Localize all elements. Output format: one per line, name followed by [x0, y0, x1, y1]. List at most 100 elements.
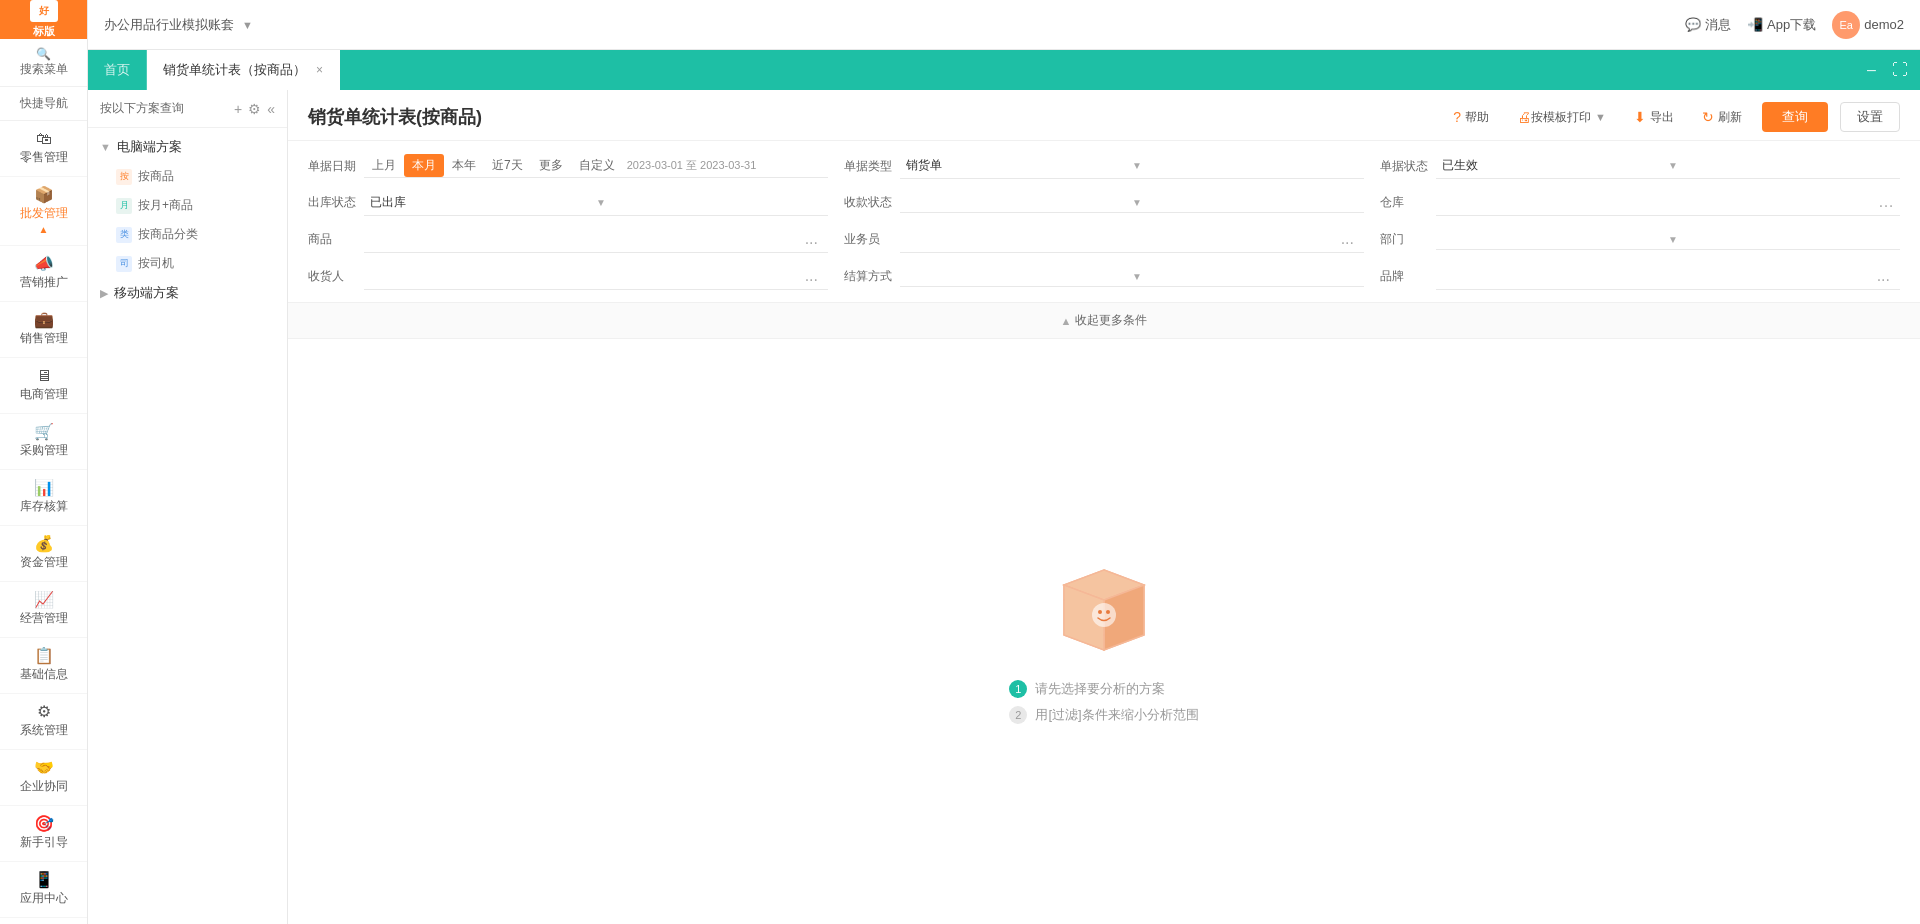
- warehouse-dots[interactable]: …: [1878, 193, 1894, 211]
- date-range-display: 2023-03-01 至 2023-03-31: [623, 158, 761, 173]
- doc-type-field: 单据类型 销货单 ▼: [844, 153, 1364, 179]
- settings-scheme-btn[interactable]: ⚙: [248, 101, 261, 117]
- sidebar-item-guide[interactable]: 🎯 新手引导: [0, 806, 87, 862]
- tree-parent-pc[interactable]: ▼ 电脑端方案: [88, 132, 287, 162]
- date-btn-more[interactable]: 更多: [531, 154, 571, 177]
- search-icon: 🔍: [4, 47, 83, 61]
- date-btn-custom[interactable]: 自定义: [571, 154, 623, 177]
- sidebar-item-system[interactable]: ⚙ 系统管理: [0, 694, 87, 750]
- payment-select[interactable]: ▼: [900, 267, 1364, 287]
- logo-label: 标版: [33, 24, 55, 39]
- user-area[interactable]: Ea demo2: [1832, 11, 1904, 39]
- tab-close-icon[interactable]: ×: [316, 63, 323, 77]
- warehouse-label: 仓库: [1380, 194, 1428, 211]
- sidebar-item-sales[interactable]: 💼 销售管理: [0, 302, 87, 358]
- print-dropdown-icon[interactable]: ▼: [1595, 111, 1606, 123]
- refresh-btn[interactable]: ↻ 刷新: [1694, 105, 1750, 130]
- date-filter-label: 单据日期: [308, 158, 356, 175]
- goods-dots[interactable]: ...: [801, 230, 822, 248]
- out-status-select[interactable]: 已出库 ▼: [364, 190, 828, 216]
- tab-shrink-icon[interactable]: –: [1863, 57, 1880, 83]
- sidebar-item-operation[interactable]: 📈 经营管理: [0, 582, 87, 638]
- refresh-icon: ↻: [1702, 109, 1714, 125]
- recipient-input-area[interactable]: ...: [364, 263, 828, 290]
- tab-home[interactable]: 首页: [88, 50, 147, 90]
- tab-expand-icon[interactable]: ⛶: [1888, 57, 1912, 83]
- quick-nav-btn[interactable]: 快捷导航: [0, 87, 87, 121]
- by-month-goods-label: 按月+商品: [138, 197, 193, 214]
- search-menu-btn[interactable]: 🔍 搜索菜单: [0, 39, 87, 87]
- brand-input-area[interactable]: ...: [1436, 263, 1900, 290]
- sidebar-item-wechat[interactable]: 💬 企业微信: [0, 918, 87, 924]
- goods-input-area[interactable]: ...: [364, 226, 828, 253]
- right-panel: 销货单统计表(按商品) ? 帮助 🖨 按模板打印 ▼ ⬇ 导出: [288, 90, 1920, 924]
- date-btn-this-month[interactable]: 本月: [404, 154, 444, 177]
- by-goods-label: 按商品: [138, 168, 174, 185]
- department-select[interactable]: ▼: [1436, 230, 1900, 250]
- tree-section: ▼ 电脑端方案 按 按商品 月 按月+商品 类 按商品分类 司: [88, 128, 287, 312]
- payment-field: 结算方式 ▼: [844, 267, 1364, 287]
- export-icon: ⬇: [1634, 109, 1646, 125]
- doc-type-value: 销货单: [906, 157, 1132, 174]
- sidebar-item-inventory[interactable]: 📊 库存核算: [0, 470, 87, 526]
- tip-text-1: 请先选择要分析的方案: [1035, 680, 1165, 698]
- goods-field: 商品 ...: [308, 226, 828, 253]
- doc-type-select[interactable]: 销货单 ▼: [900, 153, 1364, 179]
- doc-status-label: 单据状态: [1380, 158, 1428, 175]
- receipt-status-select[interactable]: ▼: [900, 193, 1364, 213]
- guide-icon: 🎯: [34, 816, 54, 832]
- sidebar-item-marketing[interactable]: 📣 营销推广: [0, 246, 87, 302]
- export-btn[interactable]: ⬇ 导出: [1626, 105, 1682, 130]
- app-download-btn[interactable]: 📲 App下载: [1747, 16, 1816, 34]
- doc-status-select[interactable]: 已生效 ▼: [1436, 153, 1900, 179]
- settings-btn[interactable]: 设置: [1840, 102, 1900, 132]
- help-btn[interactable]: ? 帮助: [1445, 105, 1497, 130]
- app-logo[interactable]: 好 标版: [0, 0, 87, 39]
- sidebar-item-enterprise[interactable]: 🤝 企业协同: [0, 750, 87, 806]
- date-btn-7days[interactable]: 近7天: [484, 154, 531, 177]
- payment-label: 结算方式: [844, 268, 892, 285]
- sidebar-item-basic[interactable]: 📋 基础信息: [0, 638, 87, 694]
- collapse-conditions-btn[interactable]: ▲ 收起更多条件: [1049, 309, 1160, 332]
- purchase-icon: 🛒: [34, 424, 54, 440]
- brand-dots[interactable]: ...: [1873, 267, 1894, 285]
- sidebar-item-wholesale[interactable]: 📦 批发管理 ▲: [0, 177, 87, 246]
- empty-illustration: [1044, 540, 1164, 660]
- tree-sub-by-category[interactable]: 类 按商品分类: [88, 220, 287, 249]
- sidebar-item-retail[interactable]: 🛍 零售管理: [0, 121, 87, 177]
- print-btn[interactable]: 🖨 按模板打印 ▼: [1509, 105, 1614, 130]
- warehouse-input-area[interactable]: …: [1436, 189, 1900, 216]
- tree-sub-by-month-goods[interactable]: 月 按月+商品: [88, 191, 287, 220]
- inventory-icon: 📊: [34, 480, 54, 496]
- sidebar-item-ecommerce[interactable]: 🖥 电商管理: [0, 358, 87, 414]
- industry-dropdown-icon[interactable]: ▼: [242, 19, 253, 31]
- recipient-field: 收货人 ...: [308, 263, 828, 290]
- basic-icon: 📋: [34, 648, 54, 664]
- brand-label: 品牌: [1380, 268, 1428, 285]
- receipt-status-field: 收款状态 ▼: [844, 193, 1364, 213]
- date-btn-this-year[interactable]: 本年: [444, 154, 484, 177]
- sales-label: 销售管理: [20, 330, 68, 347]
- tip-num-2: 2: [1009, 706, 1027, 724]
- query-btn[interactable]: 查询: [1762, 102, 1828, 132]
- sidebar-item-finance[interactable]: 💰 资金管理: [0, 526, 87, 582]
- goods-label: 商品: [308, 231, 356, 248]
- recipient-dots[interactable]: ...: [801, 267, 822, 285]
- print-label: 按模板打印: [1531, 109, 1591, 126]
- date-btn-last-month[interactable]: 上月: [364, 154, 404, 177]
- guide-label: 新手引导: [20, 834, 68, 851]
- sidebar-item-purchase[interactable]: 🛒 采购管理: [0, 414, 87, 470]
- collapse-panel-btn[interactable]: «: [267, 101, 275, 117]
- salesperson-input-area[interactable]: ...: [900, 226, 1364, 253]
- filter-row-1: 单据日期 上月 本月 本年 近7天 更多 自定义 2023-03-01 至 20…: [308, 153, 1900, 179]
- tree-parent-mobile[interactable]: ▶ 移动端方案: [88, 278, 287, 308]
- sidebar-item-app-center[interactable]: 📱 应用中心: [0, 862, 87, 918]
- add-scheme-btn[interactable]: +: [234, 101, 242, 117]
- help-icon: ?: [1453, 109, 1461, 125]
- by-driver-label: 按司机: [138, 255, 174, 272]
- tab-active[interactable]: 销货单统计表（按商品） ×: [147, 50, 340, 90]
- tree-sub-by-goods[interactable]: 按 按商品: [88, 162, 287, 191]
- tree-sub-by-driver[interactable]: 司 按司机: [88, 249, 287, 278]
- salesperson-dots[interactable]: ...: [1337, 230, 1358, 248]
- message-btn[interactable]: 💬 消息: [1685, 16, 1731, 34]
